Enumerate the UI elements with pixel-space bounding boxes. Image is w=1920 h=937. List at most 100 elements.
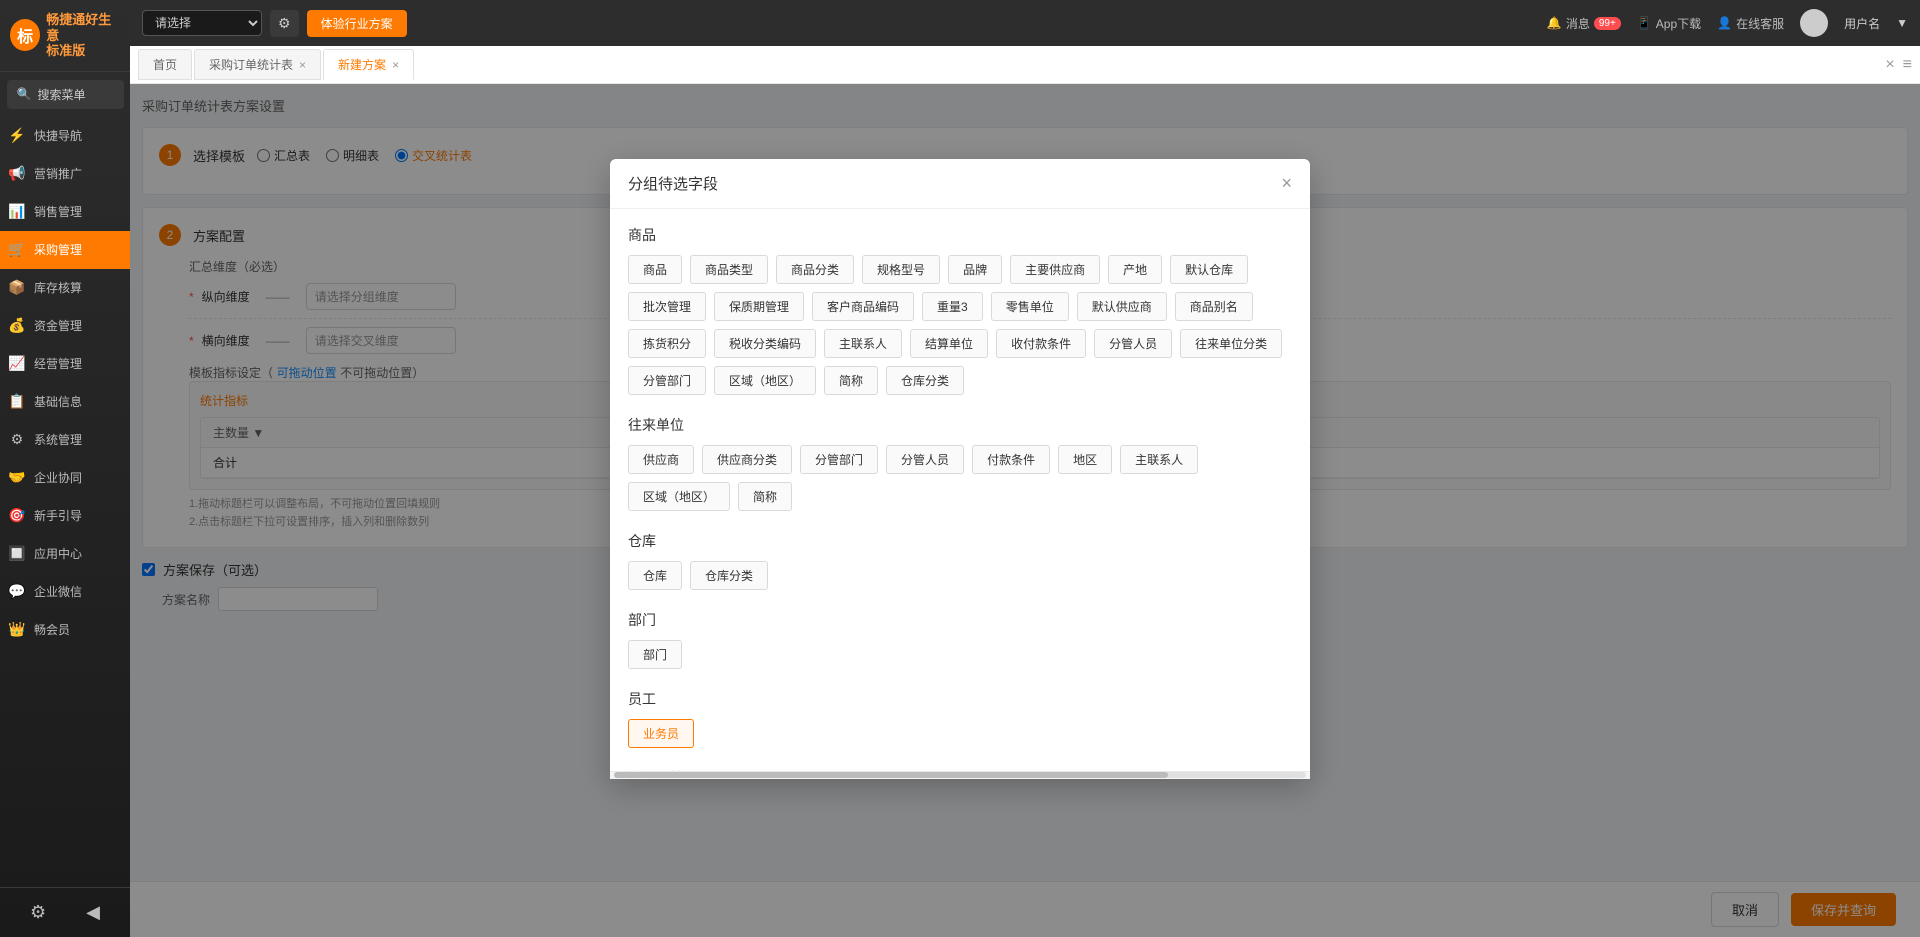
sidebar-item-operation[interactable]: 📈 经营管理 (0, 345, 130, 383)
chip-dq[interactable]: 地区 (1058, 445, 1112, 474)
chip-spbm[interactable]: 商品别名 (1175, 292, 1253, 321)
service-icon: 👤 (1717, 16, 1732, 30)
sidebar-item-wechat[interactable]: 💬 企业微信 (0, 573, 130, 611)
chip-phjf[interactable]: 拣货积分 (628, 329, 706, 358)
tabs-actions: × ≡ (1885, 56, 1912, 74)
sidebar-item-marketing[interactable]: 📢 营销推广 (0, 155, 130, 193)
sidebar-item-cooperation[interactable]: 🤝 企业协同 (0, 459, 130, 497)
header-select[interactable]: 请选择 (142, 10, 262, 36)
chip-jc[interactable]: 简称 (824, 366, 878, 395)
chip-bm[interactable]: 部门 (628, 640, 682, 669)
chip-pcgl[interactable]: 批次管理 (628, 292, 706, 321)
chip-zygys[interactable]: 主要供应商 (1010, 255, 1100, 284)
chip-sp[interactable]: 商品 (628, 255, 682, 284)
tabs-menu-btn[interactable]: ≡ (1903, 56, 1912, 74)
search-icon: 🔍 (17, 87, 32, 101)
tabs-close-all-btn[interactable]: × (1885, 56, 1894, 74)
chip-fgry[interactable]: 分管人员 (1094, 329, 1172, 358)
chip-lwdwfl[interactable]: 往来单位分类 (1180, 329, 1282, 358)
modal-hscrollbar[interactable] (610, 771, 1310, 779)
chip-mrck[interactable]: 默认仓库 (1170, 255, 1248, 284)
sidebar-item-app-center[interactable]: 🔲 应用中心 (0, 535, 130, 573)
settings-bottom-btn[interactable]: ⚙ (26, 898, 50, 927)
chip-jsdw[interactable]: 结算单位 (910, 329, 988, 358)
chip-mrgys[interactable]: 默认供应商 (1077, 292, 1167, 321)
chip-lsdw[interactable]: 零售单位 (991, 292, 1069, 321)
chip-qydq[interactable]: 区域（地区） (714, 366, 816, 395)
inventory-icon: 📦 (8, 279, 26, 297)
system-icon: ⚙ (8, 431, 26, 449)
header-gear-button[interactable]: ⚙ (270, 10, 299, 37)
sidebar-item-guide[interactable]: 🎯 新手引导 (0, 497, 130, 535)
chip-fgbm[interactable]: 分管部门 (628, 366, 706, 395)
sidebar-item-system[interactable]: ⚙ 系统管理 (0, 421, 130, 459)
warehouse-chips: 仓库 仓库分类 (628, 561, 1292, 590)
header-left: 请选择 ⚙ 体验行业方案 (142, 10, 407, 37)
modal-title: 分组待选字段 (628, 173, 718, 194)
chip-ggxh[interactable]: 规格型号 (862, 255, 940, 284)
field-select-modal: 分组待选字段 × 商品 商品 商品类型 商品分类 规格型号 品牌 主要供应商 产… (610, 159, 1310, 779)
chip-fgry2[interactable]: 分管人员 (886, 445, 964, 474)
chip-gysfl[interactable]: 供应商分类 (702, 445, 792, 474)
search-menu-button[interactable]: 🔍 搜索菜单 (7, 80, 124, 109)
header-right: 🔔 消息 99+ 📱 App下载 👤 在线客服 用户名 ▼ (1547, 9, 1908, 37)
tab-purchase-stats[interactable]: 采购订单统计表 × (194, 49, 321, 80)
section-counterpart: 往来单位 供应商 供应商分类 分管部门 分管人员 付款条件 地区 主联系人 区域… (628, 415, 1292, 511)
modal-close-button[interactable]: × (1281, 174, 1292, 192)
tab-home[interactable]: 首页 (138, 49, 192, 80)
app-download-btn[interactable]: 📱 App下载 (1637, 15, 1701, 32)
section-warehouse-title: 仓库 (628, 531, 1292, 551)
chip-gys[interactable]: 供应商 (628, 445, 694, 474)
chip-sftktj[interactable]: 收付款条件 (996, 329, 1086, 358)
section-product-title: 商品 (628, 225, 1292, 245)
sidebar-item-basic-info[interactable]: 📋 基础信息 (0, 383, 130, 421)
sidebar-item-member[interactable]: 👑 畅会员 (0, 611, 130, 649)
sidebar-item-sales[interactable]: 📊 销售管理 (0, 193, 130, 231)
chip-pp[interactable]: 品牌 (948, 255, 1002, 284)
experience-btn[interactable]: 体验行业方案 (307, 10, 407, 37)
sidebar-item-quick-nav[interactable]: ⚡ 快捷导航 (0, 117, 130, 155)
purchase-icon: 🛒 (8, 241, 26, 259)
chip-ck[interactable]: 仓库 (628, 561, 682, 590)
chip-ckfl[interactable]: 仓库分类 (886, 366, 964, 395)
sidebar: 标 畅捷通好生意 标准版 🔍 搜索菜单 ⚡ 快捷导航 📢 营销推广 📊 销售管理… (0, 0, 130, 937)
section-employee-title: 员工 (628, 689, 1292, 709)
chip-fktj[interactable]: 付款条件 (972, 445, 1050, 474)
product-chips: 商品 商品类型 商品分类 规格型号 品牌 主要供应商 产地 默认仓库 批次管理 … (628, 255, 1292, 395)
collapse-btn[interactable]: ◀ (82, 898, 104, 927)
chip-jc2[interactable]: 简称 (738, 482, 792, 511)
section-counterpart-title: 往来单位 (628, 415, 1292, 435)
sidebar-item-finance[interactable]: 💰 资金管理 (0, 307, 130, 345)
online-service-btn[interactable]: 👤 在线客服 (1717, 15, 1784, 32)
chip-zl3[interactable]: 重量3 (922, 292, 983, 321)
chip-spfl[interactable]: 商品分类 (776, 255, 854, 284)
guide-icon: 🎯 (8, 507, 26, 525)
marketing-icon: 📢 (8, 165, 26, 183)
dropdown-icon[interactable]: ▼ (1896, 16, 1908, 30)
avatar[interactable] (1800, 9, 1828, 37)
chip-bzqgl[interactable]: 保质期管理 (714, 292, 804, 321)
user-name: 用户名 (1844, 15, 1880, 32)
chip-zlxsr[interactable]: 主联系人 (824, 329, 902, 358)
tab-purchase-close[interactable]: × (299, 58, 306, 72)
tab-new-plan[interactable]: 新建方案 × (323, 49, 414, 80)
sidebar-item-purchase[interactable]: 🛒 采购管理 (0, 231, 130, 269)
hscroll-thumb (614, 772, 1168, 778)
sidebar-bottom: ⚙ ◀ (0, 887, 130, 937)
chip-ssfllbm[interactable]: 税收分类编码 (714, 329, 816, 358)
hscroll-track (614, 772, 1306, 778)
chip-qydq2[interactable]: 区域（地区） (628, 482, 730, 511)
chip-zlxsr2[interactable]: 主联系人 (1120, 445, 1198, 474)
logo-area: 标 畅捷通好生意 标准版 (0, 0, 130, 72)
chip-splx[interactable]: 商品类型 (690, 255, 768, 284)
sidebar-item-inventory[interactable]: 📦 库存核算 (0, 269, 130, 307)
notifications-btn[interactable]: 🔔 消息 99+ (1547, 15, 1621, 32)
chip-khspbm[interactable]: 客户商品编码 (812, 292, 914, 321)
counterpart-chips: 供应商 供应商分类 分管部门 分管人员 付款条件 地区 主联系人 区域（地区） … (628, 445, 1292, 511)
chip-ckfl2[interactable]: 仓库分类 (690, 561, 768, 590)
tab-new-plan-close[interactable]: × (392, 58, 399, 72)
cooperation-icon: 🤝 (8, 469, 26, 487)
chip-fgbm2[interactable]: 分管部门 (800, 445, 878, 474)
chip-cd[interactable]: 产地 (1108, 255, 1162, 284)
chip-ywy[interactable]: 业务员 (628, 719, 694, 748)
